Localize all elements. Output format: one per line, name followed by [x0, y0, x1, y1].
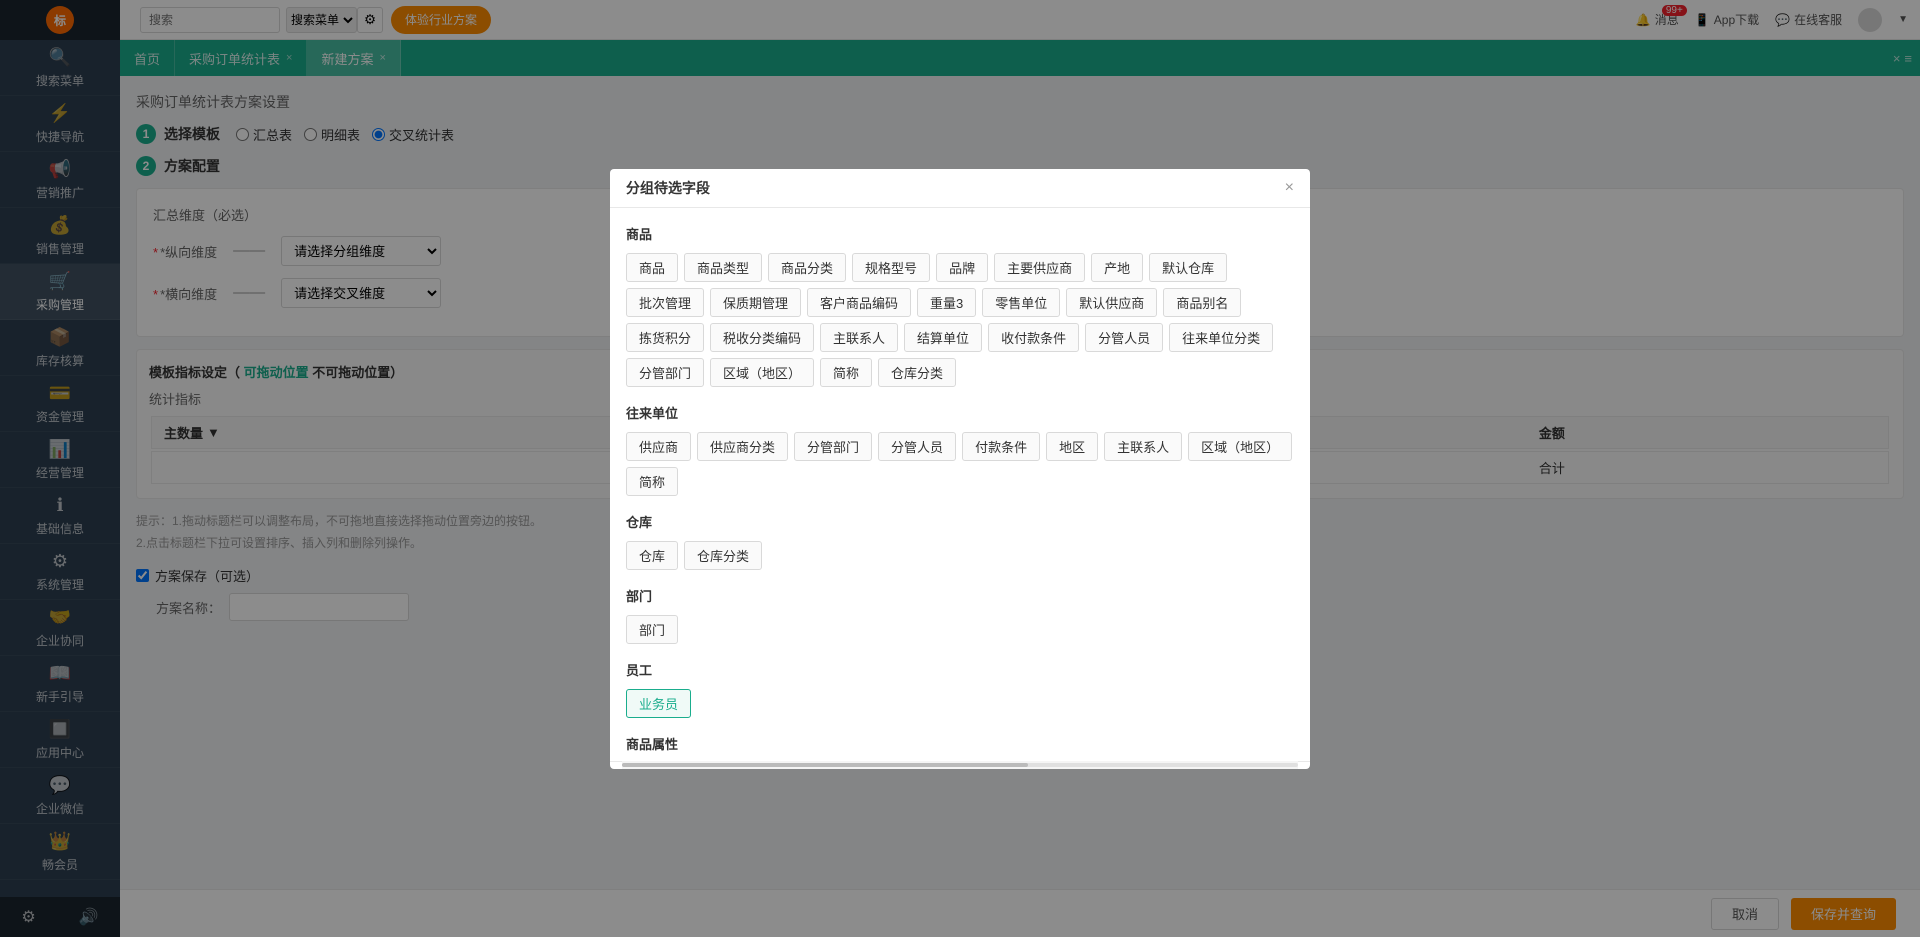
section-product-attr: 商品属性 属性 颜色 多规格 尺码 鞋码 1 — [626, 734, 1294, 761]
field-tag[interactable]: 产地 — [1091, 253, 1143, 282]
section-product-tags: 商品 商品类型 商品分类 规格型号 品牌 主要供应商 产地 默认仓库 批次管理 … — [626, 253, 1294, 387]
field-tag[interactable]: 付款条件 — [962, 432, 1040, 461]
field-tag[interactable]: 商品分类 — [768, 253, 846, 282]
field-tag[interactable]: 简称 — [820, 358, 872, 387]
field-tag[interactable]: 结算单位 — [904, 323, 982, 352]
section-warehouse: 仓库 仓库 仓库分类 — [626, 512, 1294, 570]
section-warehouse-title: 仓库 — [626, 512, 1294, 531]
field-tag[interactable]: 往来单位分类 — [1169, 323, 1273, 352]
section-employee: 员工 业务员 — [626, 660, 1294, 718]
field-tag[interactable]: 分管人员 — [878, 432, 956, 461]
field-tag[interactable]: 地区 — [1046, 432, 1098, 461]
field-tag[interactable]: 批次管理 — [626, 288, 704, 317]
modal-close-button[interactable]: × — [1285, 179, 1294, 197]
field-tag[interactable]: 零售单位 — [982, 288, 1060, 317]
section-product: 商品 商品 商品类型 商品分类 规格型号 品牌 主要供应商 产地 默认仓库 批次… — [626, 224, 1294, 387]
field-tag[interactable]: 税收分类编码 — [710, 323, 814, 352]
modal-overlay: 分组待选字段 × 商品 商品 商品类型 商品分类 规格型号 品牌 主要供应商 产… — [0, 0, 1920, 937]
field-tag[interactable]: 主联系人 — [1104, 432, 1182, 461]
modal-title: 分组待选字段 — [626, 178, 710, 198]
field-tag[interactable]: 商品类型 — [684, 253, 762, 282]
field-tag[interactable]: 分管部门 — [794, 432, 872, 461]
section-partner: 往来单位 供应商 供应商分类 分管部门 分管人员 付款条件 地区 主联系人 区域… — [626, 403, 1294, 496]
field-tag-staff[interactable]: 业务员 — [626, 689, 691, 718]
field-tag[interactable]: 区域（地区） — [1188, 432, 1292, 461]
field-tag[interactable]: 简称 — [626, 467, 678, 496]
field-tag[interactable]: 仓库分类 — [878, 358, 956, 387]
modal-footer — [610, 761, 1310, 769]
field-tag[interactable]: 保质期管理 — [710, 288, 801, 317]
field-tag[interactable]: 供应商分类 — [697, 432, 788, 461]
field-tag[interactable]: 重量3 — [917, 288, 976, 317]
field-tag[interactable]: 仓库 — [626, 541, 678, 570]
field-tag[interactable]: 分管人员 — [1085, 323, 1163, 352]
field-tag[interactable]: 主联系人 — [820, 323, 898, 352]
field-tag[interactable]: 品牌 — [936, 253, 988, 282]
field-tag[interactable]: 规格型号 — [852, 253, 930, 282]
field-tag[interactable]: 默认供应商 — [1066, 288, 1157, 317]
field-tag[interactable]: 分管部门 — [626, 358, 704, 387]
field-tag[interactable]: 商品 — [626, 253, 678, 282]
section-partner-tags: 供应商 供应商分类 分管部门 分管人员 付款条件 地区 主联系人 区域（地区） … — [626, 432, 1294, 496]
field-tag[interactable]: 供应商 — [626, 432, 691, 461]
section-product-title: 商品 — [626, 224, 1294, 243]
field-tag[interactable]: 主要供应商 — [994, 253, 1085, 282]
section-product-attr-title: 商品属性 — [626, 734, 1294, 753]
field-tag[interactable]: 默认仓库 — [1149, 253, 1227, 282]
field-tag[interactable]: 拣货积分 — [626, 323, 704, 352]
field-tag[interactable]: 客户商品编码 — [807, 288, 911, 317]
section-department: 部门 部门 — [626, 586, 1294, 644]
section-department-title: 部门 — [626, 586, 1294, 605]
field-select-modal: 分组待选字段 × 商品 商品 商品类型 商品分类 规格型号 品牌 主要供应商 产… — [610, 169, 1310, 769]
modal-scrollbar-horizontal[interactable] — [622, 761, 1298, 769]
section-department-tags: 部门 — [626, 615, 1294, 644]
field-tag[interactable]: 商品别名 — [1163, 288, 1241, 317]
section-warehouse-tags: 仓库 仓库分类 — [626, 541, 1294, 570]
field-tag[interactable]: 仓库分类 — [684, 541, 762, 570]
scrollbar-track — [622, 763, 1298, 767]
modal-body[interactable]: 商品 商品 商品类型 商品分类 规格型号 品牌 主要供应商 产地 默认仓库 批次… — [610, 208, 1310, 761]
section-partner-title: 往来单位 — [626, 403, 1294, 422]
section-employee-title: 员工 — [626, 660, 1294, 679]
scrollbar-thumb — [622, 763, 1028, 767]
field-tag[interactable]: 收付款条件 — [988, 323, 1079, 352]
modal-header: 分组待选字段 × — [610, 169, 1310, 208]
section-employee-tags: 业务员 — [626, 689, 1294, 718]
field-tag[interactable]: 部门 — [626, 615, 678, 644]
field-tag[interactable]: 区域（地区） — [710, 358, 814, 387]
